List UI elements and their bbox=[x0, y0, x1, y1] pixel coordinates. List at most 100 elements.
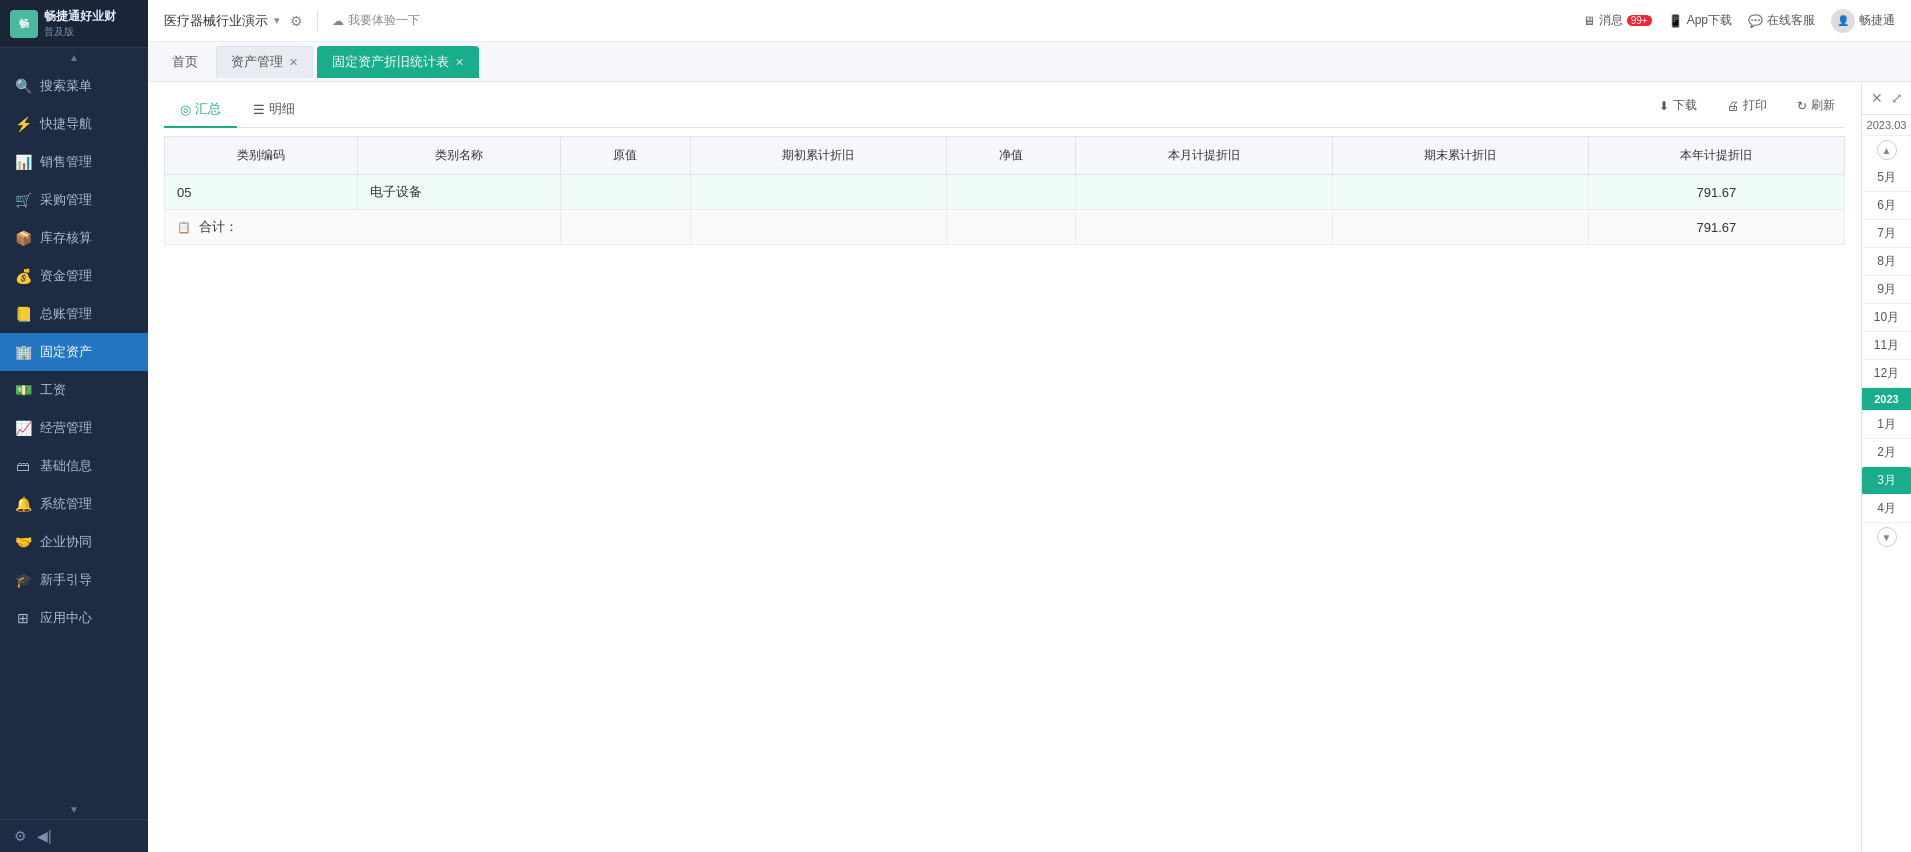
app-title-block: 畅捷通好业财 普及版 bbox=[44, 8, 116, 39]
sum-net bbox=[946, 210, 1075, 245]
sidebar-item-fund[interactable]: 💰 资金管理 bbox=[0, 257, 148, 295]
month-3-active[interactable]: 3月 bbox=[1862, 467, 1911, 495]
cell-code: 05 bbox=[165, 175, 358, 210]
month-11[interactable]: 11月 bbox=[1862, 332, 1911, 360]
sidebar-item-system[interactable]: 🔔 系统管理 bbox=[0, 485, 148, 523]
experience-button[interactable]: ☁ 我要体验一下 bbox=[332, 12, 420, 29]
month-10[interactable]: 10月 bbox=[1862, 304, 1911, 332]
sidebar-label-system: 系统管理 bbox=[40, 495, 134, 513]
sidebar-item-operations[interactable]: 📈 经营管理 bbox=[0, 409, 148, 447]
sidebar-label-search: 搜索菜单 bbox=[40, 77, 134, 95]
app-download-button[interactable]: 📱 App下载 bbox=[1668, 12, 1732, 29]
month-1[interactable]: 1月 bbox=[1862, 411, 1911, 439]
sidebar-footer: ⚙ ◀| bbox=[0, 819, 148, 852]
month-5[interactable]: 5月 bbox=[1862, 164, 1911, 192]
cell-initial-dep bbox=[690, 175, 946, 210]
col-ending-dep: 期末累计折旧 bbox=[1332, 137, 1588, 175]
sidebar-item-ledger[interactable]: 📒 总账管理 bbox=[0, 295, 148, 333]
download-label: 下载 bbox=[1673, 97, 1697, 114]
sidebar-item-purchase[interactable]: 🛒 采购管理 bbox=[0, 181, 148, 219]
panel-expand-icon[interactable]: ⤢ bbox=[1889, 88, 1905, 108]
panel-header: ✕ ⤢ bbox=[1862, 82, 1911, 115]
sidebar-item-guide[interactable]: 🎓 新手引导 bbox=[0, 561, 148, 599]
panel-scroll-down[interactable]: ▼ bbox=[1877, 527, 1897, 547]
app-download-label: App下载 bbox=[1687, 12, 1732, 29]
sidebar-item-payroll[interactable]: 💵 工资 bbox=[0, 371, 148, 409]
topbar-gear-icon[interactable]: ⚙ bbox=[290, 13, 303, 29]
refresh-button[interactable]: ↻ 刷新 bbox=[1787, 93, 1845, 118]
depreciation-table: 类别编码 类别名称 原值 期初累计折旧 净值 本月计提折旧 期末累计折旧 本年计… bbox=[164, 136, 1845, 245]
content-area: ◎ 汇总 ☰ 明细 ⬇ 下载 🖨 打印 bbox=[148, 82, 1911, 852]
tab-depreciation[interactable]: 固定资产折旧统计表 ✕ bbox=[317, 46, 479, 78]
app-center-icon: ⊞ bbox=[14, 610, 32, 626]
operations-icon: 📈 bbox=[14, 420, 32, 436]
app-logo: 畅 bbox=[10, 10, 38, 38]
scroll-up-arrow[interactable]: ▲ bbox=[0, 48, 148, 67]
table-row: 05 电子设备 791.67 bbox=[165, 175, 1845, 210]
sidebar-item-basic-info[interactable]: 🗃 基础信息 bbox=[0, 447, 148, 485]
print-button[interactable]: 🖨 打印 bbox=[1717, 93, 1777, 118]
month-6[interactable]: 6月 bbox=[1862, 192, 1911, 220]
messages-badge: 99+ bbox=[1627, 15, 1652, 26]
sidebar-item-sales[interactable]: 📊 销售管理 bbox=[0, 143, 148, 181]
subtab-bar: ◎ 汇总 ☰ 明细 bbox=[164, 92, 311, 127]
fixed-assets-icon: 🏢 bbox=[14, 344, 32, 360]
month-2[interactable]: 2月 bbox=[1862, 439, 1911, 467]
sidebar-item-quick-nav[interactable]: ⚡ 快捷导航 bbox=[0, 105, 148, 143]
col-name: 类别名称 bbox=[357, 137, 560, 175]
tab-asset-manage-close[interactable]: ✕ bbox=[289, 56, 298, 69]
year-2023: 2023 bbox=[1862, 388, 1911, 411]
sum-icon: 📋 bbox=[177, 221, 191, 233]
report-area: ◎ 汇总 ☰ 明细 ⬇ 下载 🖨 打印 bbox=[148, 82, 1861, 852]
system-icon: 🔔 bbox=[14, 496, 32, 512]
panel-close-icon[interactable]: ✕ bbox=[1869, 88, 1885, 108]
month-4[interactable]: 4月 bbox=[1862, 495, 1911, 523]
sidebar-item-app-center[interactable]: ⊞ 应用中心 bbox=[0, 599, 148, 637]
subtab-detail[interactable]: ☰ 明细 bbox=[237, 92, 311, 128]
col-original: 原值 bbox=[561, 137, 690, 175]
tab-asset-manage[interactable]: 资产管理 ✕ bbox=[216, 46, 313, 78]
summary-icon: ◎ bbox=[180, 102, 191, 117]
month-7[interactable]: 7月 bbox=[1862, 220, 1911, 248]
messages-icon: 🖥 bbox=[1583, 14, 1595, 28]
col-monthly-dep: 本月计提折旧 bbox=[1076, 137, 1332, 175]
sidebar-item-fixed-assets[interactable]: 🏢 固定资产 bbox=[0, 333, 148, 371]
sidebar-label-guide: 新手引导 bbox=[40, 571, 134, 589]
online-service-button[interactable]: 💬 在线客服 bbox=[1748, 12, 1815, 29]
cell-net bbox=[946, 175, 1075, 210]
search-icon: 🔍 bbox=[14, 78, 32, 94]
panel-scroll-up[interactable]: ▲ bbox=[1877, 140, 1897, 160]
main-area: 医疗器械行业演示 ▾ ⚙ ☁ 我要体验一下 🖥 消息 99+ 📱 App下载 💬… bbox=[148, 0, 1911, 852]
subtab-summary[interactable]: ◎ 汇总 bbox=[164, 92, 237, 128]
messages-button[interactable]: 🖥 消息 99+ bbox=[1583, 12, 1652, 29]
sidebar-label-purchase: 采购管理 bbox=[40, 191, 134, 209]
month-8[interactable]: 8月 bbox=[1862, 248, 1911, 276]
cell-ending-dep bbox=[1332, 175, 1588, 210]
sidebar-label-inventory: 库存核算 bbox=[40, 229, 134, 247]
detail-icon: ☰ bbox=[253, 102, 265, 117]
scroll-down-arrow[interactable]: ▼ bbox=[0, 800, 148, 819]
month-9[interactable]: 9月 bbox=[1862, 276, 1911, 304]
tab-depreciation-close[interactable]: ✕ bbox=[455, 56, 464, 69]
download-button[interactable]: ⬇ 下载 bbox=[1649, 93, 1707, 118]
refresh-icon: ↻ bbox=[1797, 99, 1807, 113]
sidebar-label-app-center: 应用中心 bbox=[40, 609, 134, 627]
purchase-icon: 🛒 bbox=[14, 192, 32, 208]
user-name: 畅捷通 bbox=[1859, 12, 1895, 29]
col-net: 净值 bbox=[946, 137, 1075, 175]
messages-label: 消息 bbox=[1599, 12, 1623, 29]
cell-monthly-dep bbox=[1076, 175, 1332, 210]
cell-annual-dep: 791.67 bbox=[1588, 175, 1844, 210]
user-profile[interactable]: 👤 畅捷通 bbox=[1831, 9, 1895, 33]
sidebar-item-enterprise[interactable]: 🤝 企业协同 bbox=[0, 523, 148, 561]
experience-cloud-icon: ☁ bbox=[332, 14, 344, 28]
company-selector[interactable]: 医疗器械行业演示 ▾ bbox=[164, 12, 280, 30]
month-12[interactable]: 12月 bbox=[1862, 360, 1911, 388]
collapse-icon[interactable]: ◀| bbox=[37, 828, 52, 844]
sidebar-item-inventory[interactable]: 📦 库存核算 bbox=[0, 219, 148, 257]
tab-home[interactable]: 首页 bbox=[158, 46, 212, 78]
settings-icon[interactable]: ⚙ bbox=[14, 828, 27, 844]
tab-home-label: 首页 bbox=[172, 53, 198, 71]
company-name: 医疗器械行业演示 bbox=[164, 12, 268, 30]
sidebar-item-search[interactable]: 🔍 搜索菜单 bbox=[0, 67, 148, 105]
